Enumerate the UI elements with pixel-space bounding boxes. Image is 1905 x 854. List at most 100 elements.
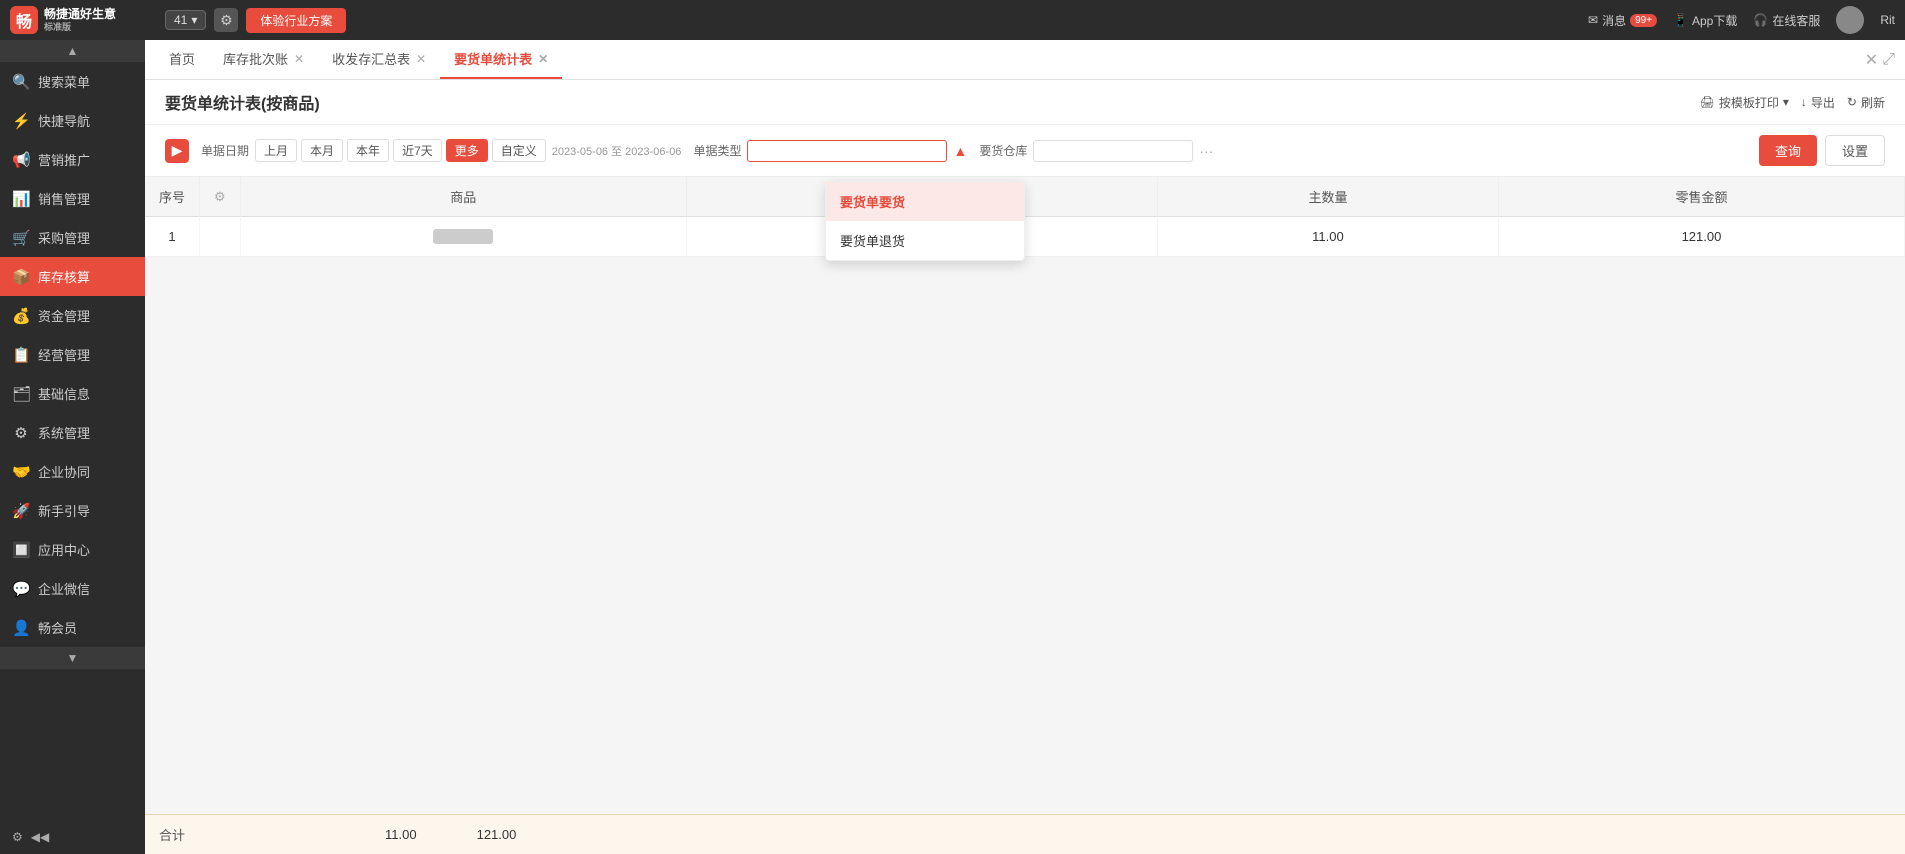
sidebar-label-system: 系统管理 — [38, 423, 90, 442]
type-filter-arrow[interactable]: ▲ — [953, 143, 967, 159]
sidebar-item-wechat[interactable]: 💬 企业微信 — [0, 569, 145, 608]
dropdown-item-order-goods-label: 要货单要货 — [840, 195, 905, 210]
date-range-text: 2023-05-06 至 2023-06-06 — [552, 143, 682, 159]
main-table: 序号 ⚙ 商品 主计量单位 主数量 零售金额 1 — [145, 177, 1905, 257]
avatar[interactable] — [1836, 6, 1864, 34]
logo-text: 畅捷通好生意 标准版 — [44, 7, 116, 32]
filter-expand-button[interactable]: ▶ — [165, 139, 189, 163]
warehouse-more-icon[interactable]: ··· — [1199, 143, 1213, 159]
date-btn-more[interactable]: 更多 — [446, 139, 488, 162]
sidebar-item-membership[interactable]: 👤 畅会员 — [0, 608, 145, 647]
filter-type-group: 单据类型 ▲ — [693, 140, 967, 162]
tab-order-summary[interactable]: 要货单统计表 ✕ — [440, 40, 562, 79]
trial-button[interactable]: 体验行业方案 — [246, 8, 346, 33]
refresh-button[interactable]: ↻ 刷新 — [1847, 94, 1885, 111]
sidebar-item-inventory[interactable]: 📦 库存核算 — [0, 257, 145, 296]
sidebar-label-marketing: 营销推广 — [38, 150, 90, 169]
header-right: ✉ 消息 99+ 📱 App下载 🎧 在线客服 Rit — [1588, 6, 1895, 34]
sidebar-item-cooperation[interactable]: 🤝 企业协同 — [0, 452, 145, 491]
chevron-down-icon: ▾ — [191, 13, 197, 27]
total-quantity: 11.00 — [385, 827, 417, 842]
date-btn-last-month[interactable]: 上月 — [255, 139, 297, 162]
cooperation-icon: 🤝 — [12, 463, 30, 481]
sidebar-collapse-icon[interactable]: ◀◀ — [31, 830, 49, 844]
tab-inventory-batch-label: 库存批次账 — [223, 49, 288, 68]
sidebar-settings-icon[interactable]: ⚙ — [12, 830, 23, 844]
settings-icon[interactable]: ⚙ — [214, 8, 238, 32]
sidebar-item-operations[interactable]: 📋 经营管理 — [0, 335, 145, 374]
sidebar-item-search[interactable]: 🔍 搜索菜单 — [0, 62, 145, 101]
membership-icon: 👤 — [12, 619, 30, 637]
message-badge: 99+ — [1630, 14, 1657, 27]
page-title: 要货单统计表(按商品) — [165, 90, 320, 114]
message-button[interactable]: ✉ 消息 99+ — [1588, 12, 1657, 29]
appstore-icon: 🔲 — [12, 541, 30, 559]
sidebar-item-sales[interactable]: 📊 销售管理 — [0, 179, 145, 218]
download-icon: 📱 — [1673, 13, 1688, 27]
page-content: 要货单统计表(按商品) 🖨 按模板打印 ▾ ↓ 导出 ↻ 刷新 — [145, 80, 1905, 854]
col-settings[interactable]: ⚙ — [200, 177, 241, 217]
sidebar-label-finance: 资金管理 — [38, 306, 90, 325]
print-dropdown-icon[interactable]: ▾ — [1783, 95, 1789, 109]
tab-receive-summary-close[interactable]: ✕ — [416, 52, 426, 66]
dropdown-item-order-return[interactable]: 要货单退货 — [826, 221, 1024, 260]
sidebar-label-basic: 基础信息 — [38, 384, 90, 403]
sidebar-label-appstore: 应用中心 — [38, 540, 90, 559]
dropdown-item-order-goods[interactable]: 要货单要货 — [826, 182, 1024, 221]
operations-icon: 📋 — [12, 346, 30, 364]
tab-order-summary-close[interactable]: ✕ — [538, 52, 548, 66]
print-icon: 🖨 — [1700, 95, 1715, 109]
date-btn-this-year[interactable]: 本年 — [347, 139, 389, 162]
sidebar-item-appstore[interactable]: 🔲 应用中心 — [0, 530, 145, 569]
sidebar-bottom: ⚙ ◀◀ — [0, 820, 145, 854]
sidebar-item-shortcut[interactable]: ⚡ 快捷导航 — [0, 101, 145, 140]
purchase-icon: 🛒 — [12, 229, 30, 247]
logo-area: 畅 畅捷通好生意 标准版 — [10, 6, 155, 34]
sidebar-label-shortcut: 快捷导航 — [38, 111, 90, 130]
sidebar-item-marketing[interactable]: 📢 营销推广 — [0, 140, 145, 179]
dropdown-item-order-return-label: 要货单退货 — [840, 234, 905, 249]
company-selector[interactable]: 41 ▾ — [165, 10, 206, 30]
tab-home[interactable]: 首页 — [155, 40, 209, 79]
sidebar-item-basic[interactable]: 🗂 基础信息 — [0, 374, 145, 413]
tab-inventory-batch[interactable]: 库存批次账 ✕ — [209, 40, 318, 79]
cell-gear — [200, 217, 241, 257]
date-btn-last-7-days[interactable]: 近7天 — [393, 139, 442, 162]
header-middle: 41 ▾ ⚙ 体验行业方案 — [155, 8, 1588, 33]
online-service-button[interactable]: 🎧 在线客服 — [1753, 12, 1820, 29]
sidebar-scroll-down[interactable]: ▼ — [0, 647, 145, 669]
tab-order-summary-label: 要货单统计表 — [454, 49, 532, 68]
sidebar-item-purchase[interactable]: 🛒 采购管理 — [0, 218, 145, 257]
guide-icon: 🚀 — [12, 502, 30, 520]
cell-quantity: 11.00 — [1158, 217, 1499, 257]
service-icon: 🎧 — [1753, 13, 1768, 27]
page-actions: 🖨 按模板打印 ▾ ↓ 导出 ↻ 刷新 — [1700, 94, 1885, 111]
sidebar-item-system[interactable]: ⚙ 系统管理 — [0, 413, 145, 452]
type-filter-input[interactable] — [747, 140, 947, 162]
tab-expand-icon[interactable]: ⤢ — [1882, 51, 1895, 69]
sidebar-scroll-up[interactable]: ▲ — [0, 40, 145, 62]
export-button[interactable]: ↓ 导出 — [1801, 94, 1835, 111]
col-product: 商品 — [240, 177, 686, 217]
print-button[interactable]: 🖨 按模板打印 ▾ — [1700, 94, 1789, 111]
inventory-icon: 📦 — [12, 268, 30, 286]
query-button[interactable]: 查询 — [1759, 135, 1817, 166]
warehouse-filter-input[interactable] — [1033, 140, 1193, 162]
tab-inventory-batch-close[interactable]: ✕ — [294, 52, 304, 66]
col-amount: 零售金额 — [1498, 177, 1904, 217]
tab-close-all-icon[interactable]: ✕ — [1865, 50, 1878, 70]
sidebar-item-finance[interactable]: 💰 资金管理 — [0, 296, 145, 335]
date-btn-custom[interactable]: 自定义 — [492, 139, 546, 162]
tab-receive-summary[interactable]: 收发存汇总表 ✕ — [318, 40, 440, 79]
sidebar-item-guide[interactable]: 🚀 新手引导 — [0, 491, 145, 530]
logo-icon: 畅 — [10, 6, 38, 34]
date-btn-this-month[interactable]: 本月 — [301, 139, 343, 162]
top-header: 畅 畅捷通好生意 标准版 41 ▾ ⚙ 体验行业方案 ✉ 消息 99+ 📱 Ap… — [0, 0, 1905, 40]
username-text: Rit — [1880, 13, 1895, 27]
message-label: 消息 — [1602, 12, 1626, 29]
sidebar-label-sales: 销售管理 — [38, 189, 90, 208]
date-filter-label: 单据日期 — [201, 142, 249, 159]
finance-icon: 💰 — [12, 307, 30, 325]
app-download-button[interactable]: 📱 App下载 — [1673, 12, 1737, 29]
filter-settings-button[interactable]: 设置 — [1825, 135, 1885, 166]
